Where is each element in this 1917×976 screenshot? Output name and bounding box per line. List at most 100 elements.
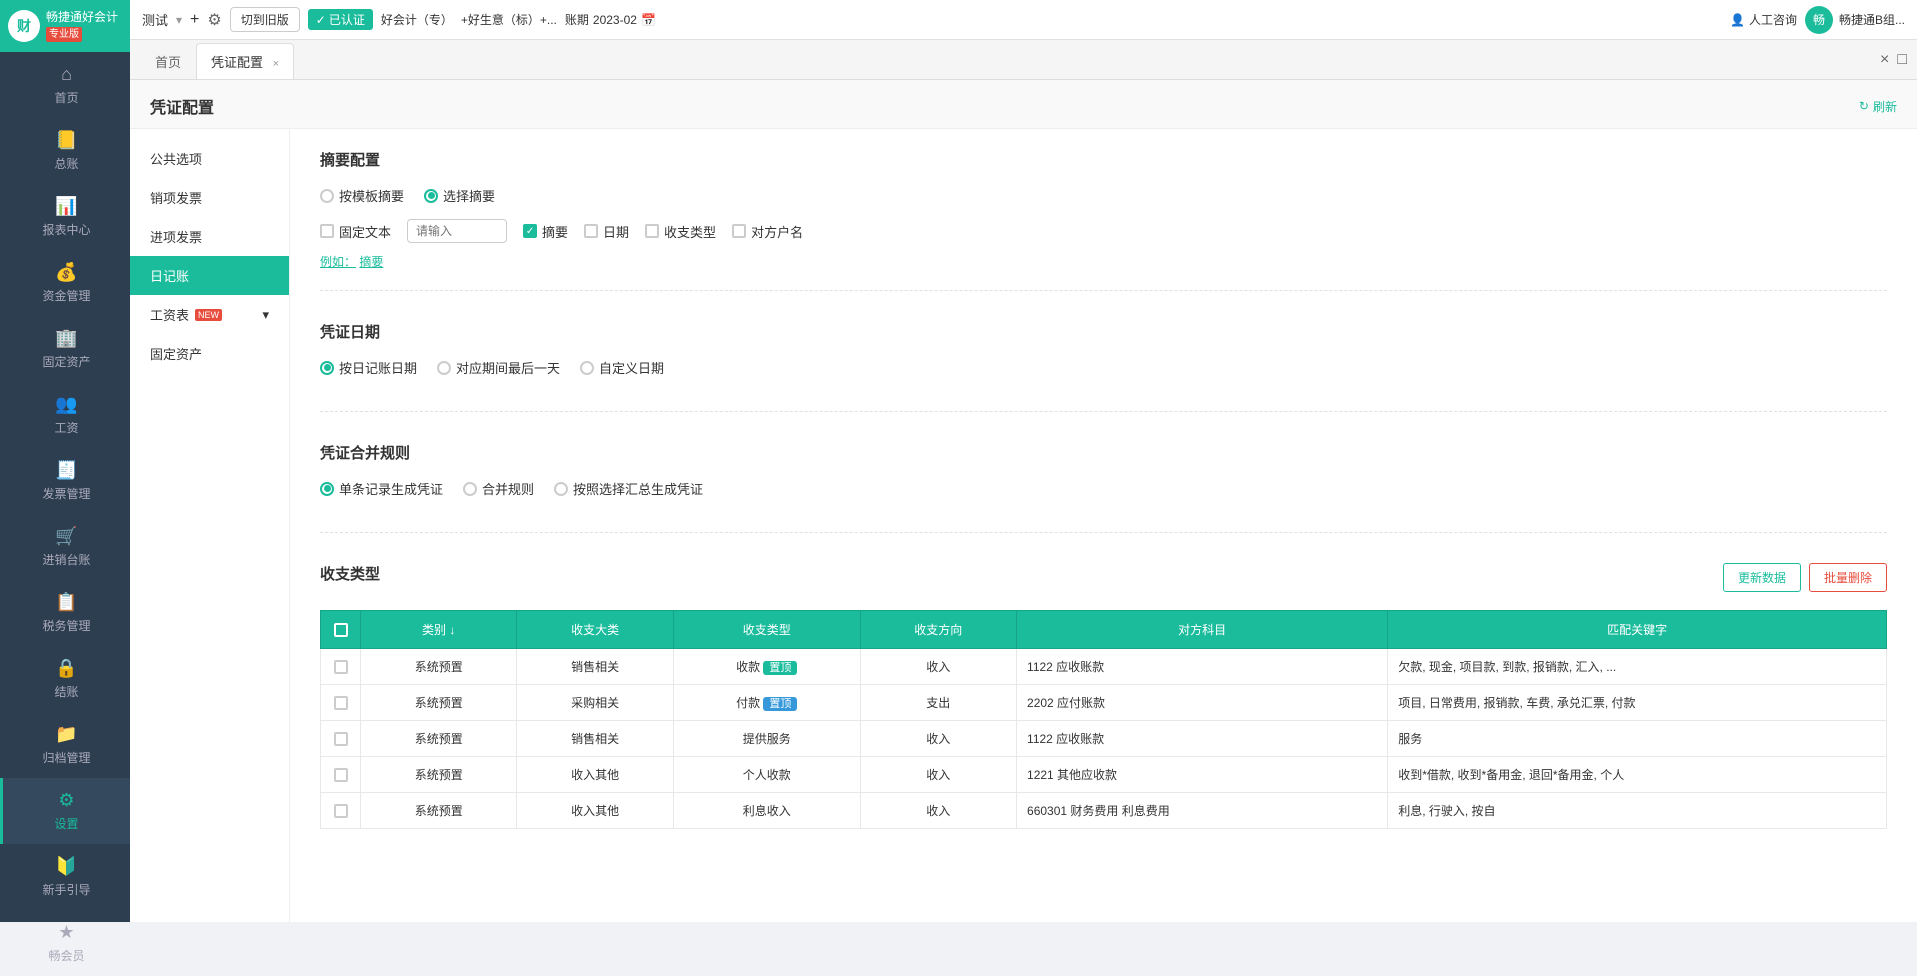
summary-radio-template[interactable]: 按模板摘要 [320,186,404,205]
new-badge: NEW [195,309,222,321]
row-direction: 收入 [860,649,1016,685]
left-nav: 公共选项销项发票进项发票日记账工资表NEW▾固定资产 [130,129,290,922]
sidebar-item-guide[interactable]: 🔰新手引导 [0,844,130,910]
left-nav-item-purchase_inv[interactable]: 进项发票 [130,217,289,256]
sidebar-item-reports[interactable]: 📊报表中心 [0,184,130,250]
switch-version-button[interactable]: 切到旧版 [230,7,300,32]
row-account: 2202 应付账款 [1017,685,1388,721]
merge-radio-single[interactable]: 单条记录生成凭证 [320,479,443,498]
left-nav-item-fixed_asset[interactable]: 固定资产 [130,334,289,373]
row-checkbox[interactable] [334,660,348,674]
date-radio-journal-circle [320,361,334,375]
product-info2: +好生意（标）+... [461,11,557,28]
certified-badge: ✓ ✓ 已认证 已认证 [308,9,373,30]
sidebar-item-label: 新手引导 [42,881,90,898]
funds-icon: 💰 [55,262,77,283]
company-dropdown-icon[interactable]: ▾ [176,13,182,27]
tab-voucher-config[interactable]: 凭证配置 × [196,43,294,79]
row-checkbox[interactable] [334,768,348,782]
type-tag[interactable]: 置顶 [763,661,797,675]
left-nav-item-salary[interactable]: 工资表NEW▾ [130,295,289,334]
date-radio-last[interactable]: 对应期间最后一天 [437,358,560,377]
sidebar-item-ledger[interactable]: 📒 总账 [0,118,130,184]
sidebar-item-invoice[interactable]: 🧾发票管理 [0,448,130,514]
checkbox-summary[interactable]: ✓ 摘要 [523,222,568,241]
type-tag[interactable]: 置顶 [763,697,797,711]
sidebar-item-label: 总账 [54,155,78,172]
date-radio-custom-circle [580,361,594,375]
expand-arrow-icon: ▾ [262,307,269,323]
sidebar-item-member[interactable]: ★畅会员 [0,910,130,976]
tab-home[interactable]: 首页 [140,43,196,79]
row-direction: 收入 [860,757,1016,793]
left-nav-label: 进项发票 [150,227,202,246]
sidebar-item-label: 报表中心 [42,221,90,238]
tab-close-icon[interactable]: × [273,58,279,70]
date-radio-custom[interactable]: 自定义日期 [580,358,664,377]
sidebar-item-assets[interactable]: 🏢固定资产 [0,316,130,382]
row-checkbox[interactable] [334,732,348,746]
sidebar-item-closing[interactable]: 🔒结账 [0,646,130,712]
period-info: 账期 2023-02 📅 [565,11,656,28]
date-radio-journal[interactable]: 按日记账日期 [320,358,417,377]
sidebar-item-settings[interactable]: ⚙设置 [0,778,130,844]
sidebar-item-tax[interactable]: 📋税务管理 [0,580,130,646]
voucher-date-title: 凭证日期 [320,321,1887,342]
summary-radio-select[interactable]: 选择摘要 [424,186,495,205]
merge-radio-summary-circle [554,482,568,496]
logo-icon: 财 [8,10,40,42]
row-major: 销售相关 [517,721,673,757]
sidebar-item-home[interactable]: ⌂首页 [0,52,130,118]
sidebar-item-label: 发票管理 [42,485,90,502]
window-close-button[interactable]: × [1880,51,1889,69]
checkbox-fixed-text[interactable]: 固定文本 [320,222,391,241]
voucher-date-section: 凭证日期 按日记账日期 对应期间最后一天 [320,321,1887,412]
row-category: 系统预置 [361,721,517,757]
row-checkbox[interactable] [334,804,348,818]
table-row: 系统预置 采购相关 付款 置顶 支出 2202 应付账款 项目, 日常费用, 报… [321,685,1887,721]
sidebar-item-payroll[interactable]: 👥工资 [0,382,130,448]
checkbox-party[interactable]: 对方户名 [732,222,803,241]
batch-delete-button[interactable]: 批量删除 [1809,563,1887,592]
checkbox-type[interactable]: 收支类型 [645,222,716,241]
sidebar-item-purchase[interactable]: 🛒进销台账 [0,514,130,580]
sidebar-item-funds[interactable]: 💰 资金管理 [0,250,130,316]
tabs-bar: 首页 凭证配置 × × □ [130,40,1917,80]
customer-service-button[interactable]: 👤 人工咨询 [1730,11,1797,28]
left-nav-item-public[interactable]: 公共选项 [130,139,289,178]
row-checkbox[interactable] [334,696,348,710]
settings-icon[interactable]: ⚙ [207,10,221,30]
sidebar-logo[interactable]: 财 畅捷通好会计 专业版 [0,0,130,52]
left-nav-item-sales[interactable]: 销项发票 [130,178,289,217]
checkbox-date[interactable]: 日期 [584,222,629,241]
page-header: 凭证配置 ↻ 刷新 [130,80,1917,129]
col-type: 收支类型 [673,611,860,649]
check-icon: ✓ [316,13,326,27]
product-info1: 好会计（专） [381,11,453,28]
merge-radio-summary[interactable]: 按照选择汇总生成凭证 [554,479,703,498]
sidebar-item-label: 税务管理 [42,617,90,634]
row-type: 收款 置顶 [673,649,860,685]
row-keywords: 利息, 行驶入, 按自 [1388,793,1887,829]
assets-icon: 🏢 [55,328,77,349]
fixed-text-input[interactable] [407,219,507,243]
row-direction: 支出 [860,685,1016,721]
sidebar-item-label: 资金管理 [42,287,90,304]
row-direction: 收入 [860,793,1016,829]
checkbox-type-box [645,224,659,238]
row-account: 1122 应收账款 [1017,721,1388,757]
refresh-button[interactable]: ↻ 刷新 [1859,98,1897,115]
ledger-icon: 📒 [55,130,77,151]
sidebar-item-label: 设置 [54,815,78,832]
page-title: 凭证配置 [150,94,214,118]
left-nav-item-journal[interactable]: 日记账 [130,256,289,295]
row-type: 提供服务 [673,721,860,757]
company-name: 测试 [142,10,168,29]
user-menu[interactable]: 畅 畅捷通B组... [1805,6,1905,34]
update-data-button[interactable]: 更新数据 [1723,563,1801,592]
add-button[interactable]: + [190,11,199,29]
sidebar-item-archive[interactable]: 📁归档管理 [0,712,130,778]
calendar-icon[interactable]: 📅 [641,13,656,27]
window-max-button[interactable]: □ [1897,51,1907,69]
merge-radio-rules[interactable]: 合并规则 [463,479,534,498]
